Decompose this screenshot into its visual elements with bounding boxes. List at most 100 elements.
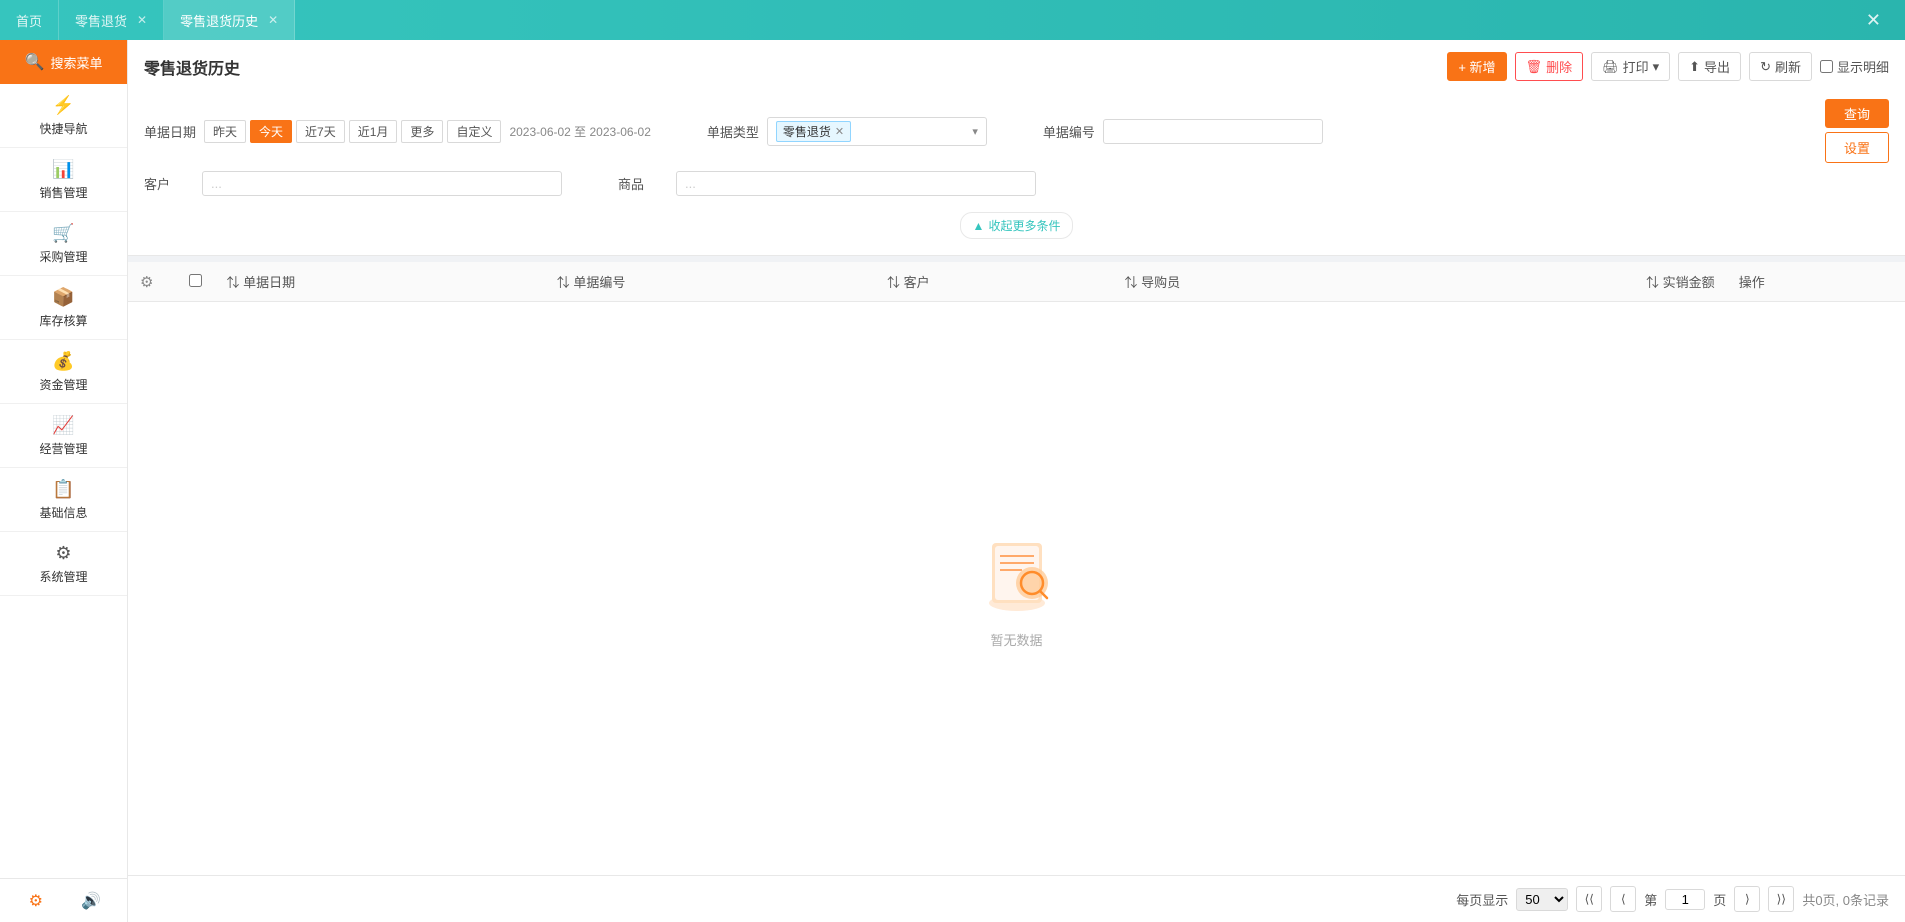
col-no[interactable]: ⇅ 单据编号 [545,262,875,302]
page-size-label: 每页显示 [1456,890,1508,909]
tab-retail-return-history-label: 零售退货历史 [180,11,258,30]
date-btn-7days[interactable]: 近7天 [296,120,345,143]
page-header: 零售退货历史 + 新增 🗑 删除 🖨 打印 ▾ ⬆ 导出 [128,40,1905,256]
filter-row-1: 单据日期 昨天 今天 近7天 近1月 更多 自定义 2023-06-02 至 2… [144,99,1889,163]
voucher-type-label: 单据类型 [707,122,759,141]
sales-icon: 📊 [52,159,74,180]
select-all-checkbox[interactable] [189,274,202,287]
finance-icon: 💰 [52,351,74,372]
setting-button[interactable]: 设置 [1825,132,1889,163]
date-btn-custom[interactable]: 自定义 [447,120,501,143]
date-btn-today[interactable]: 今天 [250,120,292,143]
volume-icon: 🔊 [81,891,101,911]
export-button[interactable]: ⬆ 导出 [1678,52,1741,81]
refresh-button[interactable]: ↻ 刷新 [1749,52,1812,81]
sidebar-menu: ⚡ 快捷导航 📊 销售管理 🛒 采购管理 📦 库存核算 💰 资金管理 📈 [0,84,127,878]
print-button[interactable]: 🖨 打印 ▾ [1591,52,1670,81]
col-customer[interactable]: ⇅ 客户 [875,262,1113,302]
goods-filter: 商品 ... [618,171,1036,196]
quick-nav-icon: ⚡ [52,95,74,116]
sidebar-search-button[interactable]: 🔍 搜索菜单 [0,40,127,84]
empty-text: 暂无数据 [990,630,1042,649]
date-btn-more[interactable]: 更多 [401,120,443,143]
display-detail-input[interactable] [1820,60,1833,73]
new-button[interactable]: + 新增 [1447,52,1506,81]
sidebar-settings-button[interactable]: ⚙ [22,887,50,915]
collapse-filter-button[interactable]: ▲ 收起更多条件 [960,212,1074,239]
tab-home[interactable]: 首页 [0,0,59,40]
purchase-icon: 🛒 [52,223,74,244]
col-guide[interactable]: ⇅ 导购员 [1113,262,1397,302]
sidebar-search-label: 搜索菜单 [50,53,102,72]
page-total-text: 共0页, 0条记录 [1802,890,1889,909]
col-action: 操作 [1727,262,1905,302]
sidebar-item-finance[interactable]: 💰 资金管理 [0,340,127,404]
prev-page-button[interactable]: ⟨ [1610,886,1636,912]
date-btn-yesterday[interactable]: 昨天 [204,120,246,143]
customer-input[interactable]: ... [202,171,562,196]
sidebar-item-inventory[interactable]: 📦 库存核算 [0,276,127,340]
date-label: 单据日期 [144,122,196,141]
print-chevron-icon: ▾ [1653,59,1660,75]
delete-button[interactable]: 🗑 删除 [1515,52,1584,81]
tab-retail-return[interactable]: 零售退货 ✕ [59,0,164,40]
inventory-icon: 📦 [52,287,74,308]
filter-row-2: 客户 ... 商品 ... [144,171,1889,196]
filter-area: 单据日期 昨天 今天 近7天 近1月 更多 自定义 2023-06-02 至 2… [144,91,1889,255]
goods-label: 商品 [618,174,668,193]
page-size-select[interactable]: 20 50 100 [1516,888,1568,911]
date-range-text: 2023-06-02 至 2023-06-02 [509,123,650,140]
voucher-type-select[interactable]: 零售退货 ✕ ▾ [767,117,987,146]
pagination-bar: 每页显示 20 50 100 ⟨⟨ ⟨ 第 页 ⟩ ⟩⟩ 共0页, 0条记录 [128,875,1905,922]
table-scroll-wrapper: ⚙ ⇅ 单据日期 ⇅ 单据编号 [128,262,1905,875]
sidebar-item-operations-label: 经营管理 [39,440,87,457]
sidebar: 🔍 搜索菜单 ⚡ 快捷导航 📊 销售管理 🛒 采购管理 📦 库存核算 💰 [0,40,128,922]
window-close-button[interactable]: ✕ [1858,6,1889,35]
voucher-no-input[interactable] [1103,119,1323,144]
table-column-settings-icon[interactable]: ⚙ [140,274,153,291]
voucher-no-filter: 单据编号 [1043,119,1323,144]
sidebar-volume-button[interactable]: 🔊 [77,887,105,915]
display-detail-checkbox[interactable]: 显示明细 [1820,57,1889,76]
date-btns: 昨天 今天 近7天 近1月 更多 自定义 [204,120,501,143]
tab-retail-return-close[interactable]: ✕ [137,13,147,27]
sidebar-item-purchase[interactable]: 🛒 采购管理 [0,212,127,276]
export-icon: ⬆ [1689,59,1700,75]
first-page-button[interactable]: ⟨⟨ [1576,886,1602,912]
tab-retail-return-history-close[interactable]: ✕ [268,13,278,27]
page-unit: 页 [1713,890,1726,909]
page-title: 零售退货历史 [144,55,240,79]
col-date[interactable]: ⇅ 单据日期 [214,262,544,302]
sidebar-item-quick-nav-label: 快捷导航 [39,120,87,137]
col-amount[interactable]: ⇅ 实销金额 [1396,262,1726,302]
sidebar-item-quick-nav[interactable]: ⚡ 快捷导航 [0,84,127,148]
tab-home-label: 首页 [16,11,42,30]
tab-retail-return-history[interactable]: 零售退货历史 ✕ [164,0,295,40]
last-page-button[interactable]: ⟩⟩ [1768,886,1794,912]
voucher-type-tag: 零售退货 ✕ [776,121,851,142]
sidebar-item-purchase-label: 采购管理 [39,248,87,265]
collapse-icon: ▲ [973,219,985,233]
sidebar-item-basic-info[interactable]: 📋 基础信息 [0,468,127,532]
query-button[interactable]: 查询 [1825,99,1889,128]
basic-info-icon: 📋 [52,479,74,500]
top-bar-right: ✕ [1858,6,1905,35]
sidebar-item-sales[interactable]: 📊 销售管理 [0,148,127,212]
voucher-no-label: 单据编号 [1043,122,1095,141]
next-page-button[interactable]: ⟩ [1734,886,1760,912]
sidebar-item-basic-info-label: 基础信息 [39,504,87,521]
top-bar: 首页 零售退货 ✕ 零售退货历史 ✕ ✕ [0,0,1905,40]
page-number-input[interactable] [1665,889,1705,910]
table-header: ⚙ ⇅ 单据日期 ⇅ 单据编号 [128,262,1905,302]
tab-bar: 首页 零售退货 ✕ 零售退货历史 ✕ [0,0,1858,40]
date-filter: 单据日期 昨天 今天 近7天 近1月 更多 自定义 2023-06-02 至 2… [144,120,651,143]
page-title-row: 零售退货历史 + 新增 🗑 删除 🖨 打印 ▾ ⬆ 导出 [144,52,1889,81]
voucher-type-tag-close[interactable]: ✕ [835,125,844,138]
sidebar-item-sales-label: 销售管理 [39,184,87,201]
goods-input[interactable]: ... [676,171,1036,196]
sidebar-item-system[interactable]: ⚙ 系统管理 [0,532,127,596]
empty-state: 暂无数据 [128,302,1905,875]
customer-label: 客户 [144,174,194,193]
date-btn-1month[interactable]: 近1月 [349,120,398,143]
sidebar-item-operations[interactable]: 📈 经营管理 [0,404,127,468]
